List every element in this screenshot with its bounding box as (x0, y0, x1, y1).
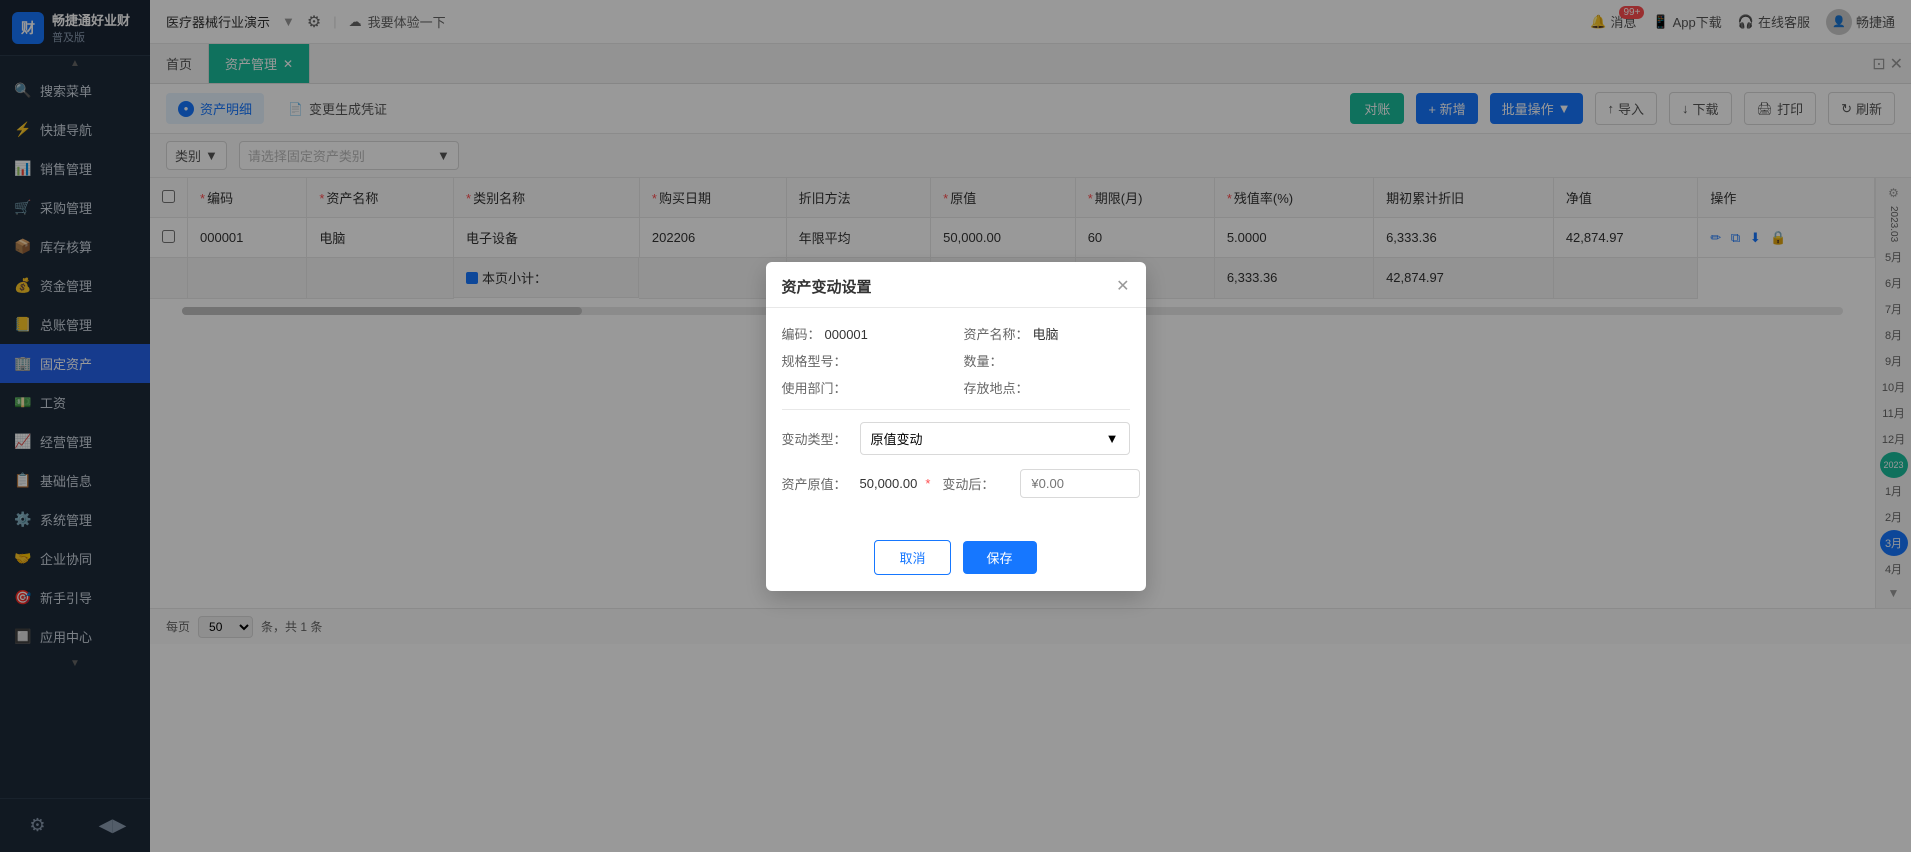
dialog-location-label: 存放地点： (964, 378, 1029, 397)
dialog-dept-label: 使用部门： (782, 378, 847, 397)
dialog-original-value: 50,000.00 (860, 470, 918, 497)
dialog-quantity-item: 数量： (964, 351, 1130, 370)
dialog-location-item: 存放地点： (964, 378, 1130, 397)
dialog-info-grid: 编码： 000001 资产名称： 电脑 规格型号： 数量： 使用部门： (782, 324, 1130, 397)
dialog-changetype-field: 变动类型： 原值变动 ▼ (782, 422, 1130, 455)
dialog-value-field: 资产原值： 50,000.00 * 变动后： (782, 469, 1130, 498)
dialog-assetname-item: 资产名称： 电脑 (964, 324, 1130, 343)
dialog-assetname-label: 资产名称： (964, 324, 1029, 343)
dialog-changetype-label: 变动类型： (782, 429, 852, 448)
dialog-divider (782, 409, 1130, 410)
dialog-header: 资产变动设置 ✕ (766, 262, 1146, 308)
dialog-spec-label: 规格型号： (782, 351, 847, 370)
dialog-changetype-select[interactable]: 原值变动 ▼ (860, 422, 1130, 455)
changetype-dropdown-icon: ▼ (1106, 431, 1119, 446)
dialog-after-label: 变动后： (942, 474, 1012, 493)
modal-overlay: 资产变动设置 ✕ 编码： 000001 资产名称： 电脑 规格型号： 数 (0, 0, 1911, 852)
dialog-code-value: 000001 (825, 327, 868, 342)
dialog-close-button[interactable]: ✕ (1116, 276, 1129, 296)
dialog-quantity-label: 数量： (964, 351, 1003, 370)
dialog-title: 资产变动设置 (782, 276, 872, 297)
cancel-label: 取消 (899, 551, 925, 566)
dialog-spec-item: 规格型号： (782, 351, 948, 370)
cancel-button[interactable]: 取消 (874, 540, 950, 575)
dialog-changetype-value: 原值变动 (871, 429, 923, 448)
dialog-body: 编码： 000001 资产名称： 电脑 规格型号： 数量： 使用部门： (766, 308, 1146, 528)
dialog-code-item: 编码： 000001 (782, 324, 948, 343)
dialog-assetname-value: 电脑 (1033, 324, 1059, 343)
asset-change-dialog: 资产变动设置 ✕ 编码： 000001 资产名称： 电脑 规格型号： 数 (766, 262, 1146, 591)
save-button[interactable]: 保存 (963, 541, 1037, 574)
save-label: 保存 (987, 551, 1013, 566)
dialog-original-label: 资产原值： (782, 474, 852, 493)
dialog-footer: 取消 保存 (766, 528, 1146, 591)
dialog-code-label: 编码： (782, 324, 821, 343)
required-mark: * (925, 476, 930, 491)
dialog-after-input[interactable] (1020, 469, 1140, 498)
dialog-dept-item: 使用部门： (782, 378, 948, 397)
